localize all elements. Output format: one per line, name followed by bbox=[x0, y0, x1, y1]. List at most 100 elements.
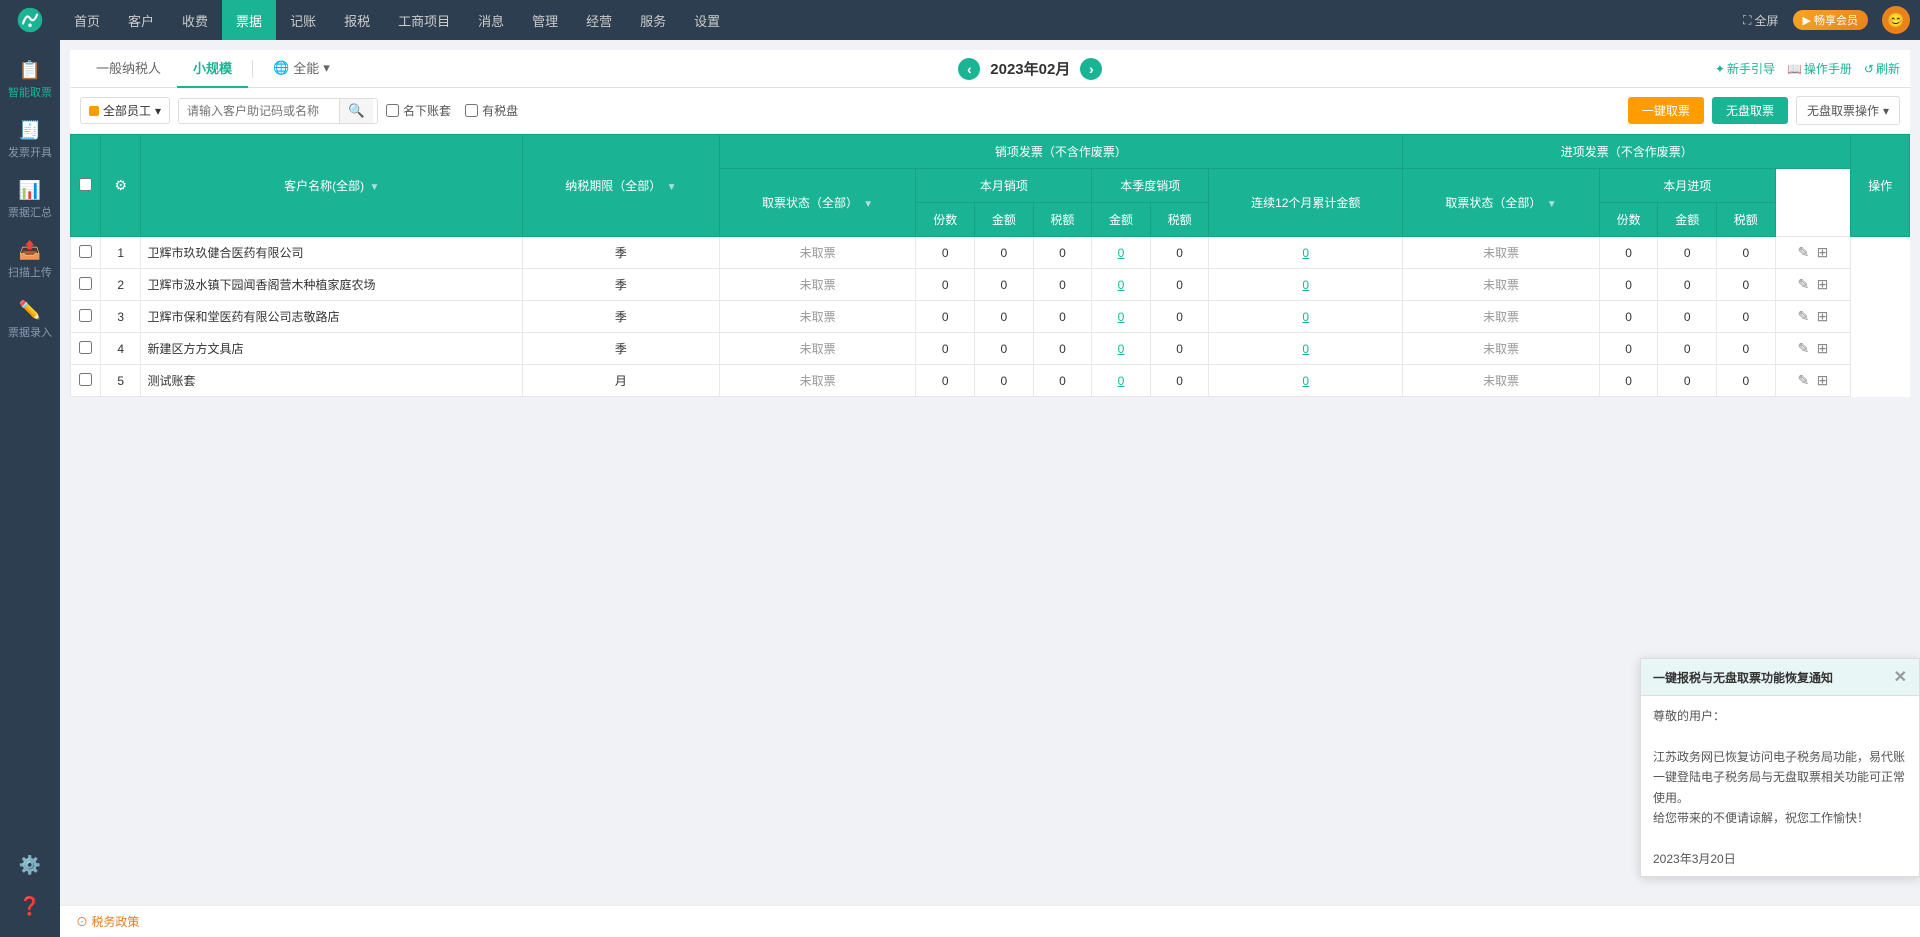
checkbox-accounts[interactable] bbox=[386, 104, 399, 117]
row-checkbox-1[interactable] bbox=[79, 277, 92, 290]
period-text: 2023年02月 bbox=[990, 58, 1070, 79]
period-next-btn[interactable]: › bbox=[1080, 58, 1102, 80]
nav-account[interactable]: 记账 bbox=[276, 0, 330, 40]
sidebar-item-help[interactable]: ❓ bbox=[19, 886, 41, 927]
fullscreen-btn[interactable]: ⛶ 全屏 bbox=[1743, 12, 1778, 29]
employee-select-label: 全部员工 bbox=[103, 102, 151, 119]
nav-tax[interactable]: 报税 bbox=[330, 0, 384, 40]
nav-operation[interactable]: 经营 bbox=[572, 0, 626, 40]
sidebar-bottom: ⚙️ ❓ bbox=[19, 845, 41, 937]
filter-icon-sales-status[interactable]: ▼ bbox=[863, 199, 873, 210]
row-input-month-amount-3: 0 bbox=[1658, 333, 1717, 365]
sidebar-item-summary[interactable]: 📊 票据汇总 bbox=[0, 170, 60, 230]
detail-icon-3[interactable]: ⊞ bbox=[1817, 340, 1829, 356]
detail-icon-2[interactable]: ⊞ bbox=[1817, 308, 1829, 324]
gear-icon[interactable]: ⚙ bbox=[114, 177, 127, 193]
row-sales-quarter-amount-3: 0 bbox=[1092, 333, 1151, 365]
nav-items: 首页 客户 收费 票据 记账 报税 工商项目 消息 管理 经营 服务 设置 bbox=[60, 0, 1743, 40]
logo[interactable] bbox=[10, 6, 50, 34]
checkbox-label-tax-disk[interactable]: 有税盘 bbox=[465, 102, 518, 119]
edit-icon-3[interactable]: ✎ bbox=[1798, 340, 1810, 356]
row-actions-0: ✎ ⊞ bbox=[1775, 237, 1851, 269]
row-sales-quarter-tax-2: 0 bbox=[1150, 301, 1209, 333]
vip-button[interactable]: ▶ 畅享会员 bbox=[1793, 10, 1868, 30]
guide-btn[interactable]: ✦ 新手引导 bbox=[1715, 60, 1775, 77]
nav-invoice[interactable]: 票据 bbox=[222, 0, 276, 40]
row-sales-quarter-amount-2: 0 bbox=[1092, 301, 1151, 333]
filter-icon-client[interactable]: ▼ bbox=[369, 182, 379, 193]
row-input-month-shares-4: 0 bbox=[1599, 365, 1658, 397]
one-key-fetch-btn[interactable]: 一键取票 bbox=[1628, 97, 1704, 124]
filter-icon-input-status[interactable]: ▼ bbox=[1547, 199, 1557, 210]
sidebar-label-entry: 票据录入 bbox=[8, 324, 52, 340]
toolbar: 全部员工 ▾ 🔍 名下账套 有税盘 一键取票 无盘取票 无盘取票操作 ▾ bbox=[70, 88, 1910, 134]
sidebar-item-issue[interactable]: 🧾 发票开具 bbox=[0, 110, 60, 170]
row-input-month-tax-4: 0 bbox=[1717, 365, 1776, 397]
row-sales-cumulative-2: 0 bbox=[1209, 301, 1403, 333]
edit-icon-2[interactable]: ✎ bbox=[1798, 308, 1810, 324]
nav-service[interactable]: 服务 bbox=[626, 0, 680, 40]
filter-icon-period[interactable]: ▼ bbox=[667, 182, 677, 193]
row-checkbox-4[interactable] bbox=[79, 373, 92, 386]
nav-fee[interactable]: 收费 bbox=[168, 0, 222, 40]
row-checkbox-3[interactable] bbox=[79, 341, 92, 354]
sidebar-item-entry[interactable]: ✏️ 票据录入 bbox=[0, 290, 60, 350]
tab-small-scale[interactable]: 小规模 bbox=[177, 50, 248, 88]
tab-divider bbox=[252, 60, 253, 78]
search-button[interactable]: 🔍 bbox=[339, 99, 373, 123]
th-sales-quarter-amount: 金额 bbox=[1092, 203, 1151, 237]
tax-policy-link[interactable]: ⊙ 税务政策 bbox=[76, 913, 139, 930]
notif-close-btn[interactable]: ✕ bbox=[1894, 667, 1907, 687]
edit-icon-1[interactable]: ✎ bbox=[1798, 276, 1810, 292]
row-sales-month-amount-1: 0 bbox=[975, 269, 1034, 301]
row-index-0: 1 bbox=[101, 237, 141, 269]
detail-icon-1[interactable]: ⊞ bbox=[1817, 276, 1829, 292]
row-checkbox-2[interactable] bbox=[79, 309, 92, 322]
notif-header: 一键报税与无盘取票功能恢复通知 ✕ bbox=[1641, 659, 1919, 696]
row-sales-month-shares-3: 0 bbox=[916, 333, 975, 365]
edit-icon-4[interactable]: ✎ bbox=[1798, 372, 1810, 388]
edit-icon-0[interactable]: ✎ bbox=[1798, 244, 1810, 260]
row-sales-month-shares-4: 0 bbox=[916, 365, 975, 397]
detail-icon-4[interactable]: ⊞ bbox=[1817, 372, 1829, 388]
row-period-3: 季 bbox=[523, 333, 720, 365]
employee-select[interactable]: 全部员工 ▾ bbox=[80, 97, 170, 124]
nav-home[interactable]: 首页 bbox=[60, 0, 114, 40]
checkbox-label-accounts[interactable]: 名下账套 bbox=[386, 102, 451, 119]
checkbox-tax-disk[interactable] bbox=[465, 104, 478, 117]
nav-business[interactable]: 工商项目 bbox=[384, 0, 464, 40]
smart-fetch-icon: 📋 bbox=[19, 60, 41, 81]
sidebar-item-settings[interactable]: ⚙️ bbox=[19, 845, 41, 886]
sidebar-item-smart-fetch[interactable]: 📋 智能取票 bbox=[0, 50, 60, 110]
sidebar: 📋 智能取票 🧾 发票开具 📊 票据汇总 📤 扫描上传 ✏️ 票据录入 ⚙️ ❓ bbox=[0, 40, 60, 937]
row-sales-month-tax-4: 0 bbox=[1033, 365, 1092, 397]
scan-icon: 📤 bbox=[19, 240, 41, 261]
row-checkbox-0[interactable] bbox=[79, 245, 92, 258]
tab-all[interactable]: 🌐 全能 ▾ bbox=[257, 50, 346, 88]
search-box: 🔍 bbox=[178, 98, 378, 124]
sidebar-label-scan: 扫描上传 bbox=[8, 264, 52, 280]
row-input-month-amount-0: 0 bbox=[1658, 237, 1717, 269]
nav-settings[interactable]: 设置 bbox=[680, 0, 734, 40]
no-disk-fetch-btn[interactable]: 无盘取票 bbox=[1712, 97, 1788, 124]
settings-bottom-icon: ⚙️ bbox=[19, 855, 41, 876]
row-input-status-3: 未取票 bbox=[1403, 333, 1600, 365]
row-input-month-amount-2: 0 bbox=[1658, 301, 1717, 333]
no-disk-ops-btn[interactable]: 无盘取票操作 ▾ bbox=[1796, 96, 1900, 125]
avatar[interactable]: 😊 bbox=[1882, 6, 1910, 34]
nav-message[interactable]: 消息 bbox=[464, 0, 518, 40]
tab-general[interactable]: 一般纳税人 bbox=[80, 50, 177, 88]
th-setting[interactable]: ⚙ bbox=[101, 135, 141, 237]
detail-icon-0[interactable]: ⊞ bbox=[1817, 244, 1829, 260]
manual-btn[interactable]: 📖 操作手册 bbox=[1787, 60, 1852, 77]
row-name-2: 卫辉市保和堂医药有限公司志敬路店 bbox=[141, 301, 523, 333]
search-input[interactable] bbox=[179, 100, 339, 122]
main-table: ⚙ 客户名称(全部) ▼ 纳税期限（全部） ▼ 销项发票（不含作废票） 进项发票… bbox=[70, 134, 1910, 397]
select-all-checkbox[interactable] bbox=[79, 178, 92, 191]
sidebar-item-scan[interactable]: 📤 扫描上传 bbox=[0, 230, 60, 290]
row-sales-month-tax-3: 0 bbox=[1033, 333, 1092, 365]
period-prev-btn[interactable]: ‹ bbox=[958, 58, 980, 80]
nav-client[interactable]: 客户 bbox=[114, 0, 168, 40]
refresh-btn[interactable]: ↺ 刷新 bbox=[1864, 60, 1900, 77]
nav-manage[interactable]: 管理 bbox=[518, 0, 572, 40]
